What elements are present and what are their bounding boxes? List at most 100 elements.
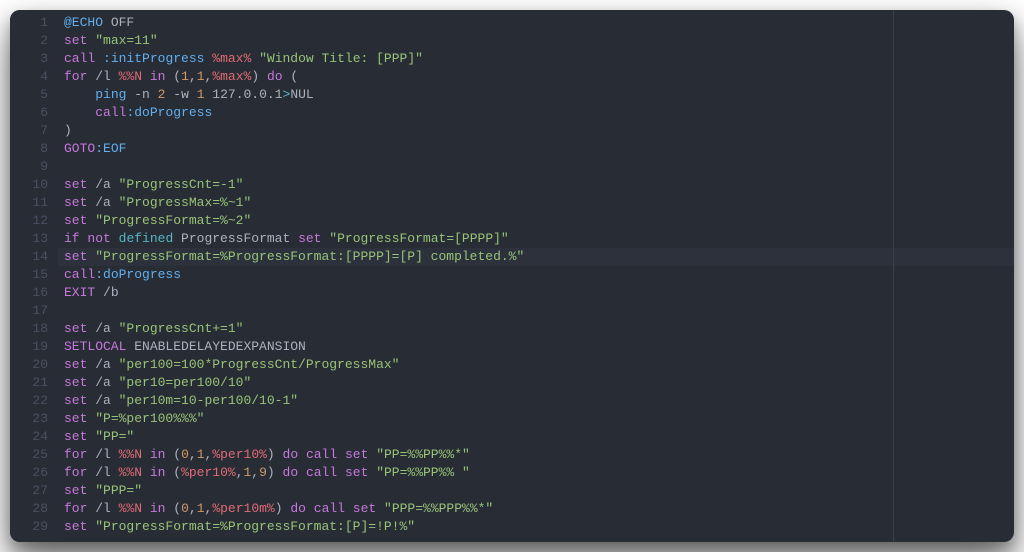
code-line[interactable]: call:doProgress (64, 266, 1014, 284)
code-token: :doProgress (95, 267, 181, 282)
code-token: set (64, 177, 87, 192)
code-line[interactable]: for /l %%N in (0,1,%per10m%) do call set… (64, 500, 1014, 518)
code-token: set (64, 483, 87, 498)
code-line[interactable]: call :initProgress %max% "Window Title: … (64, 50, 1014, 68)
code-token: GOTO (64, 141, 95, 156)
line-number: 6 (18, 104, 48, 122)
code-token: set (64, 393, 87, 408)
code-token: "per100=100*ProgressCnt/ProgressMax" (119, 357, 400, 372)
code-line[interactable]: set "PP=" (64, 428, 1014, 446)
line-number: 5 (18, 86, 48, 104)
code-token: /a (87, 393, 118, 408)
line-number: 8 (18, 140, 48, 158)
code-token: "PP=" (95, 429, 134, 444)
code-token: "PPP=" (95, 483, 142, 498)
code-line[interactable]: EXIT /b (64, 284, 1014, 302)
code-line[interactable]: set "ProgressFormat=%ProgressFormat:[PPP… (58, 248, 1014, 266)
code-token: do (283, 465, 299, 480)
code-token (306, 501, 314, 516)
code-line[interactable]: set "ProgressFormat=%~2" (64, 212, 1014, 230)
code-token: 127.0.0.1 (205, 87, 283, 102)
code-token: "Window Title: [PPP]" (259, 51, 423, 66)
code-line[interactable]: set /a "per10m=10-per100/10-1" (64, 392, 1014, 410)
code-token: set (64, 411, 87, 426)
code-token: "PP=%%PP%%*" (376, 447, 470, 462)
code-line[interactable]: set "PPP=" (64, 482, 1014, 500)
code-line[interactable]: call:doProgress (64, 104, 1014, 122)
code-token: "per10m=10-per100/10-1" (119, 393, 298, 408)
code-token: for (64, 501, 87, 516)
code-token: ( (165, 69, 181, 84)
code-token: "P=%per100%%%" (95, 411, 204, 426)
code-token: ) (251, 69, 267, 84)
code-line[interactable]: set /a "ProgressCnt=-1" (64, 176, 1014, 194)
code-line[interactable]: for /l %%N in (%per10%,1,9) do call set … (64, 464, 1014, 482)
code-token: for (64, 465, 87, 480)
code-token: for (64, 69, 87, 84)
code-line[interactable]: set /a "per100=100*ProgressCnt/ProgressM… (64, 356, 1014, 374)
code-token (95, 51, 103, 66)
code-token: in (150, 465, 166, 480)
code-line[interactable] (64, 158, 1014, 176)
code-token: /l (87, 69, 118, 84)
line-number: 2 (18, 32, 48, 50)
code-token: 1 (197, 501, 205, 516)
code-token: "ProgressCnt+=1" (119, 321, 244, 336)
code-line[interactable]: SETLOCAL ENABLEDELAYEDEXPANSION (64, 338, 1014, 356)
code-token: set (64, 321, 87, 336)
code-line[interactable]: for /l %%N in (0,1,%per10%) do call set … (64, 446, 1014, 464)
code-token: /a (87, 375, 118, 390)
code-token: , (189, 501, 197, 516)
code-token: ( (283, 69, 299, 84)
code-token: call (306, 465, 337, 480)
code-token: :EOF (95, 141, 126, 156)
code-token: set (298, 231, 321, 246)
code-token: set (345, 447, 368, 462)
code-token: OFF (103, 15, 134, 30)
code-token (64, 87, 95, 102)
code-token: /a (87, 321, 118, 336)
code-token (298, 447, 306, 462)
code-content[interactable]: @ECHO OFFset "max=11"call :initProgress … (58, 10, 1014, 542)
code-line[interactable]: GOTO:EOF (64, 140, 1014, 158)
ruler-line (893, 10, 894, 542)
code-token (142, 465, 150, 480)
code-line[interactable]: set "ProgressFormat=%ProgressFormat:[P]=… (64, 518, 1014, 536)
code-token: set (64, 249, 87, 264)
code-token: -n (126, 87, 157, 102)
code-token: /l (87, 465, 118, 480)
code-token: %%N (119, 465, 142, 480)
code-line[interactable]: for /l %%N in (1,1,%max%) do ( (64, 68, 1014, 86)
code-token: set (345, 465, 368, 480)
code-line[interactable]: ) (64, 122, 1014, 140)
code-token: ( (165, 465, 181, 480)
code-line[interactable]: if not defined ProgressFormat set "Progr… (64, 230, 1014, 248)
code-token: "ProgressFormat=%~2" (95, 213, 251, 228)
code-token: "ProgressFormat=[PPPP]" (329, 231, 508, 246)
code-token (111, 231, 119, 246)
line-number: 15 (18, 266, 48, 284)
code-token: %max% (212, 69, 251, 84)
code-token: %per10% (212, 447, 267, 462)
code-line[interactable]: set /a "per10=per100/10" (64, 374, 1014, 392)
code-token (345, 501, 353, 516)
code-line[interactable]: @ECHO OFF (64, 14, 1014, 32)
code-line[interactable] (64, 302, 1014, 320)
code-editor-window: 1234567891011121314151617181920212223242… (10, 10, 1014, 542)
line-number: 10 (18, 176, 48, 194)
code-token: "ProgressCnt=-1" (119, 177, 244, 192)
code-token: set (64, 213, 87, 228)
code-token: call (64, 267, 95, 282)
line-number: 23 (18, 410, 48, 428)
code-line[interactable]: set "max=11" (64, 32, 1014, 50)
code-line[interactable]: ping -n 2 -w 1 127.0.0.1>NUL (64, 86, 1014, 104)
code-line[interactable]: set "P=%per100%%%" (64, 410, 1014, 428)
code-token: set (64, 357, 87, 372)
code-token: ping (95, 87, 126, 102)
code-token: NUL (290, 87, 313, 102)
code-area[interactable]: 1234567891011121314151617181920212223242… (10, 10, 1014, 542)
code-token (337, 465, 345, 480)
code-line[interactable]: set /a "ProgressCnt+=1" (64, 320, 1014, 338)
code-line[interactable]: set /a "ProgressMax=%~1" (64, 194, 1014, 212)
code-token: in (150, 501, 166, 516)
